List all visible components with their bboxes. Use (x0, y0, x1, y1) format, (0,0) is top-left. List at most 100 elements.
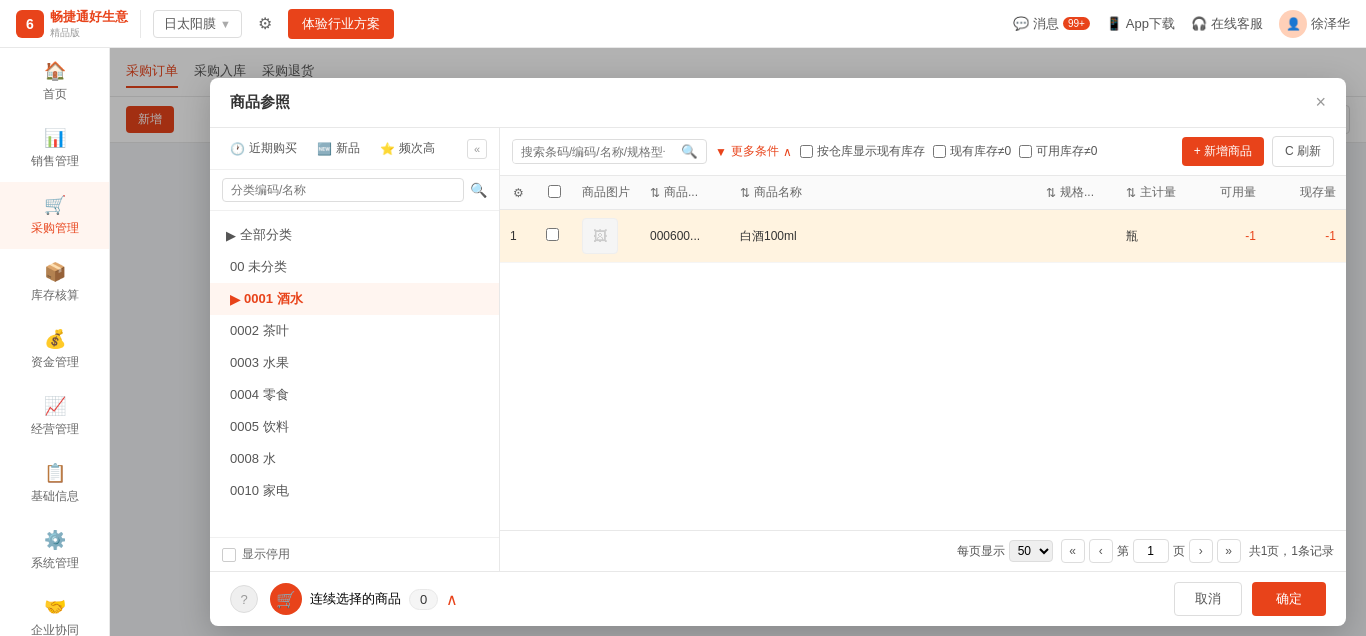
app-download-item[interactable]: 📱 App下载 (1106, 15, 1175, 33)
by-warehouse-label[interactable]: 按仓库显示现有库存 (800, 143, 925, 160)
nav-right: 💬 消息 99+ 📱 App下载 🎧 在线客服 👤 徐泽华 (1013, 10, 1350, 38)
sidebar-item-purchase[interactable]: 🛒 采购管理 (0, 182, 109, 249)
show-disabled-label[interactable]: 显示停用 (222, 546, 487, 563)
system-icon: ⚙️ (44, 529, 66, 551)
th-settings[interactable]: ⚙ (500, 176, 536, 210)
table-row[interactable]: 1 🖼 000600... 白酒100ml (500, 210, 1346, 263)
recent-purchase-tab[interactable]: 🕐 近期购买 (222, 136, 305, 161)
filter-icon: ▼ (715, 145, 727, 159)
available-neq0-checkbox[interactable] (1019, 145, 1032, 158)
nav-selector[interactable]: 日太阳膜 ▼ (153, 10, 242, 38)
th-stock: 现存量 (1266, 176, 1346, 210)
prev-page-button[interactable]: ‹ (1089, 539, 1113, 563)
th-image: 商品图片 (572, 176, 640, 210)
next-page-button[interactable]: › (1189, 539, 1213, 563)
sidebar-item-finance[interactable]: 💰 资金管理 (0, 316, 109, 383)
cell-spec (1036, 210, 1116, 263)
th-unit[interactable]: ⇅ 主计量 (1116, 176, 1186, 210)
main-layout: 🏠 首页 📊 销售管理 🛒 采购管理 📦 库存核算 💰 资金管理 📈 经营管理 … (0, 48, 1366, 636)
refresh-button[interactable]: C 刷新 (1272, 136, 1334, 167)
user-item[interactable]: 👤 徐泽华 (1279, 10, 1350, 38)
category-search-input[interactable] (222, 178, 464, 202)
th-available: 可用量 (1186, 176, 1266, 210)
sort-icon-spec: ⇅ (1046, 186, 1056, 200)
category-appliances[interactable]: 0010 家电 (210, 475, 499, 507)
cell-code: 000600... (640, 210, 730, 263)
enterprise-icon: 🤝 (44, 596, 66, 618)
category-alcohol[interactable]: ▶ 0001 酒水 (210, 283, 499, 315)
th-name[interactable]: ⇅ 商品名称 (730, 176, 1036, 210)
recent-icon: 🕐 (230, 142, 245, 156)
experience-button[interactable]: 体验行业方案 (288, 9, 394, 39)
pagination: 每页显示 50 « ‹ 第 1 页 › » (500, 530, 1346, 571)
category-all[interactable]: ▶ 全部分类 (210, 219, 499, 251)
category-drinks[interactable]: 0005 饮料 (210, 411, 499, 443)
purchase-icon: 🛒 (44, 194, 66, 216)
sidebar-item-enterprise[interactable]: 🤝 企业协同 (0, 584, 109, 636)
stock-neq0-label[interactable]: 现有库存≠0 (933, 143, 1011, 160)
cell-stock: -1 (1266, 210, 1346, 263)
category-uncategorized[interactable]: 00 未分类 (210, 251, 499, 283)
category-tea[interactable]: 0002 茶叶 (210, 315, 499, 347)
cell-unit: 瓶 (1116, 210, 1186, 263)
frequent-tab[interactable]: ⭐ 频次高 (372, 136, 443, 161)
left-panel-tabs: 🕐 近期购买 🆕 新品 ⭐ 频次高 « (210, 128, 499, 170)
cell-checkbox[interactable] (536, 210, 572, 263)
available-neq0-label[interactable]: 可用库存≠0 (1019, 143, 1097, 160)
category-snacks[interactable]: 0004 零食 (210, 379, 499, 411)
by-warehouse-checkbox[interactable] (800, 145, 813, 158)
finance-icon: 💰 (44, 328, 66, 350)
headset-icon: 🎧 (1191, 16, 1207, 31)
expand-alcohol-arrow: ▶ (230, 292, 240, 307)
messages-item[interactable]: 💬 消息 99+ (1013, 15, 1090, 33)
new-product-button[interactable]: + 新增商品 (1182, 137, 1264, 166)
new-product-tab[interactable]: 🆕 新品 (309, 136, 368, 161)
select-all-checkbox[interactable] (548, 185, 561, 198)
first-page-button[interactable]: « (1061, 539, 1085, 563)
page-input[interactable]: 1 (1133, 539, 1169, 563)
sidebar-item-basic[interactable]: 📋 基础信息 (0, 450, 109, 517)
top-nav: 6 畅捷通好生意 精品版 日太阳膜 ▼ ⚙ 体验行业方案 💬 消息 99+ 📱 … (0, 0, 1366, 48)
cancel-button[interactable]: 取消 (1174, 582, 1242, 616)
sidebar-item-home[interactable]: 🏠 首页 (0, 48, 109, 115)
th-spec[interactable]: ⇅ 规格... (1036, 176, 1116, 210)
product-search-bar: 🔍 (512, 139, 707, 164)
collapse-cart-button[interactable]: ∧ (446, 590, 458, 609)
category-fruit[interactable]: 0003 水果 (210, 347, 499, 379)
last-page-button[interactable]: » (1217, 539, 1241, 563)
left-panel: 🕐 近期购买 🆕 新品 ⭐ 频次高 « (210, 128, 500, 571)
logo-text: 畅捷通好生意 精品版 (50, 8, 128, 40)
online-service-item[interactable]: 🎧 在线客服 (1191, 15, 1263, 33)
more-filter-button[interactable]: ▼ 更多条件 ∧ (715, 143, 792, 160)
row-checkbox[interactable] (546, 228, 559, 241)
sidebar-item-business[interactable]: 📈 经营管理 (0, 383, 109, 450)
sidebar-item-system[interactable]: ⚙️ 系统管理 (0, 517, 109, 584)
gear-icon[interactable]: ⚙ (254, 10, 276, 37)
product-reference-modal: 商品参照 × 🕐 近期购买 🆕 新品 (210, 78, 1346, 626)
sidebar-item-sales[interactable]: 📊 销售管理 (0, 115, 109, 182)
category-search-icon[interactable]: 🔍 (470, 182, 487, 198)
modal-footer: ? 🛒 连续选择的商品 0 ∧ 取消 确定 (210, 571, 1346, 626)
modal-close-button[interactable]: × (1315, 92, 1326, 113)
stock-neq0-checkbox[interactable] (933, 145, 946, 158)
product-search-input[interactable] (513, 141, 673, 163)
right-panel: 🔍 ▼ 更多条件 ∧ 按仓库显示现有库存 (500, 128, 1346, 571)
product-search-button[interactable]: 🔍 (673, 140, 706, 163)
table-header-row: ⚙ 商品图片 ⇅ (500, 176, 1346, 210)
th-checkbox[interactable] (536, 176, 572, 210)
product-image: 🖼 (582, 218, 618, 254)
th-code[interactable]: ⇅ 商品... (640, 176, 730, 210)
show-disabled-checkbox[interactable] (222, 548, 236, 562)
logo-icon: 6 (16, 10, 44, 38)
toolbar: 🔍 ▼ 更多条件 ∧ 按仓库显示现有库存 (500, 128, 1346, 176)
message-badge: 99+ (1063, 17, 1090, 30)
cart-icon-symbol: 🛒 (276, 590, 296, 609)
collapse-left-panel-button[interactable]: « (467, 139, 487, 159)
cart-icon[interactable]: 🛒 (270, 583, 302, 615)
sidebar-item-inventory[interactable]: 📦 库存核算 (0, 249, 109, 316)
confirm-button[interactable]: 确定 (1252, 582, 1326, 616)
per-page-select[interactable]: 50 (1009, 540, 1053, 562)
message-icon: 💬 (1013, 16, 1029, 31)
help-button[interactable]: ? (230, 585, 258, 613)
category-water[interactable]: 0008 水 (210, 443, 499, 475)
